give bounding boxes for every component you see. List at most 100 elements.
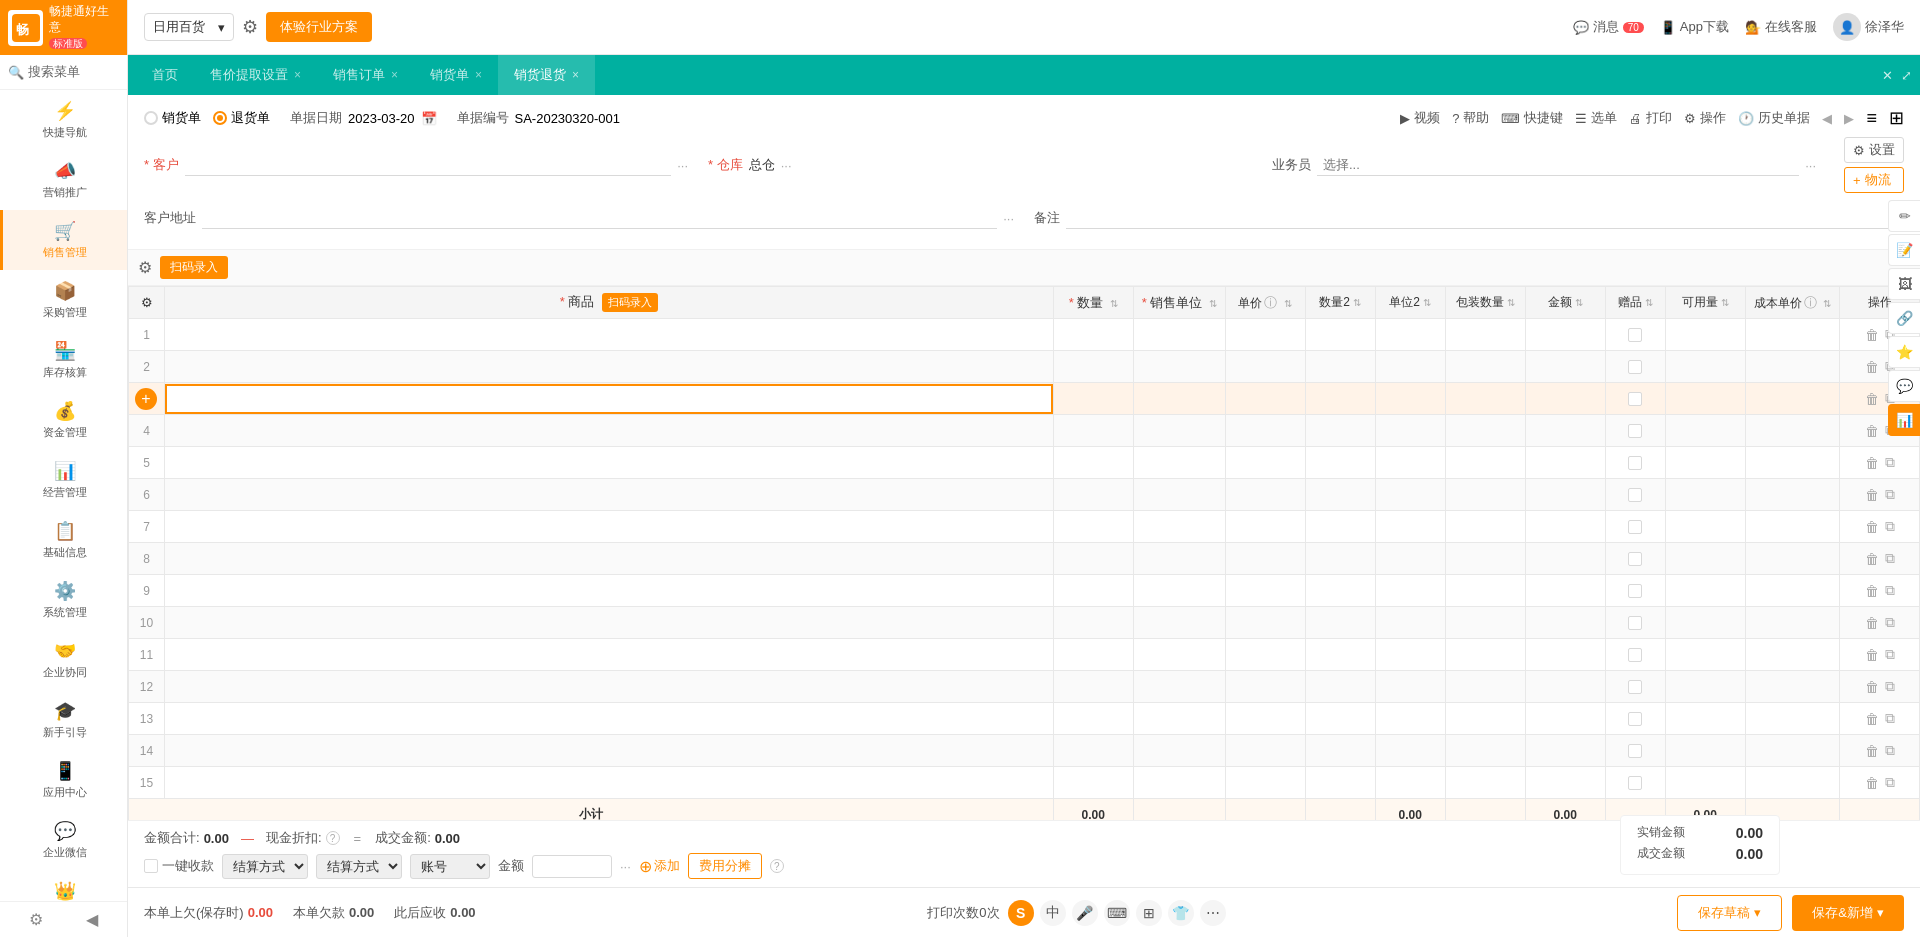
gift-checkbox[interactable]: [1628, 520, 1642, 534]
row-delete-btn[interactable]: 🗑: [1865, 615, 1879, 631]
data-cell[interactable]: [1225, 607, 1305, 639]
action-print[interactable]: 🖨 打印: [1629, 109, 1672, 127]
data-cell[interactable]: [1133, 543, 1225, 575]
product-cell[interactable]: [165, 543, 1054, 575]
right-icon-note[interactable]: 📝: [1888, 234, 1920, 266]
product-cell[interactable]: [165, 447, 1054, 479]
row-copy-btn[interactable]: ⧉: [1885, 678, 1895, 695]
sidebar-item-purchase-mgmt[interactable]: 📦 采购管理: [0, 270, 127, 330]
logistics-btn[interactable]: + 物流: [1844, 167, 1904, 193]
data-cell[interactable]: [1305, 543, 1375, 575]
data-cell[interactable]: [1305, 383, 1375, 415]
right-icon-link[interactable]: 🔗: [1888, 302, 1920, 334]
data-cell[interactable]: [1133, 703, 1225, 735]
app-download-btn[interactable]: 📱 App下载: [1660, 18, 1729, 36]
add-row-btn[interactable]: +: [135, 388, 157, 410]
data-cell[interactable]: [1665, 767, 1745, 799]
gift-checkbox[interactable]: [1628, 360, 1642, 374]
action-operate[interactable]: ⚙ 操作: [1684, 109, 1726, 127]
gift-checkbox[interactable]: [1628, 616, 1642, 630]
data-cell[interactable]: [1375, 479, 1445, 511]
data-cell[interactable]: [1133, 767, 1225, 799]
data-cell[interactable]: [1445, 383, 1525, 415]
data-cell[interactable]: [1133, 511, 1225, 543]
pack-sort-icon[interactable]: ⇅: [1507, 297, 1515, 308]
product-cell[interactable]: [165, 383, 1054, 415]
product-cell[interactable]: [165, 703, 1054, 735]
data-cell[interactable]: [1375, 351, 1445, 383]
data-cell[interactable]: [1133, 479, 1225, 511]
data-cell[interactable]: [1745, 479, 1839, 511]
gift-checkbox[interactable]: [1628, 552, 1642, 566]
tool-grid[interactable]: ⊞: [1136, 900, 1162, 926]
row-delete-btn[interactable]: 🗑: [1865, 391, 1879, 407]
view-list-icon[interactable]: ≡: [1866, 108, 1877, 129]
tool-zh[interactable]: 中: [1040, 900, 1066, 926]
data-cell[interactable]: [1665, 511, 1745, 543]
nav-prev-icon[interactable]: ◀: [1822, 111, 1832, 126]
data-cell[interactable]: [1745, 447, 1839, 479]
data-cell[interactable]: [1445, 351, 1525, 383]
data-cell[interactable]: [1445, 703, 1525, 735]
data-cell[interactable]: [1745, 415, 1839, 447]
amount-input[interactable]: [532, 855, 612, 878]
data-cell[interactable]: [1225, 671, 1305, 703]
data-cell[interactable]: [1053, 511, 1133, 543]
gift-checkbox[interactable]: [1628, 392, 1642, 406]
quantity-sort-icon[interactable]: ⇅: [1110, 298, 1118, 309]
data-cell[interactable]: [1745, 735, 1839, 767]
data-cell[interactable]: [1305, 703, 1375, 735]
data-cell[interactable]: [1053, 703, 1133, 735]
data-cell[interactable]: [1525, 639, 1605, 671]
data-cell[interactable]: [1305, 735, 1375, 767]
fee-split-btn[interactable]: 费用分摊: [688, 853, 762, 879]
data-cell[interactable]: [1225, 479, 1305, 511]
online-service-btn[interactable]: 💁 在线客服: [1745, 18, 1817, 36]
product-cell[interactable]: [165, 767, 1054, 799]
data-cell[interactable]: [1133, 383, 1225, 415]
data-cell[interactable]: [1665, 351, 1745, 383]
tab-sales-order[interactable]: 销售订单 ×: [317, 55, 414, 95]
dots-btn[interactable]: ···: [620, 859, 631, 874]
data-cell[interactable]: [1375, 639, 1445, 671]
data-cell[interactable]: [1053, 543, 1133, 575]
row-delete-btn[interactable]: 🗑: [1865, 551, 1879, 567]
data-cell[interactable]: [1375, 447, 1445, 479]
data-cell[interactable]: [1305, 575, 1375, 607]
data-cell[interactable]: [1665, 383, 1745, 415]
account-select[interactable]: 账号: [410, 854, 490, 879]
search-menu[interactable]: 🔍 搜索菜单: [0, 55, 127, 90]
data-cell[interactable]: [1745, 575, 1839, 607]
tab-home[interactable]: 首页: [136, 55, 194, 95]
customer-input[interactable]: [185, 154, 671, 176]
data-cell[interactable]: [1305, 671, 1375, 703]
data-cell[interactable]: [1375, 735, 1445, 767]
data-cell[interactable]: [1053, 735, 1133, 767]
data-cell[interactable]: [1375, 543, 1445, 575]
data-cell[interactable]: [1525, 511, 1605, 543]
tab-close-icon[interactable]: ×: [572, 68, 579, 82]
data-cell[interactable]: [1745, 607, 1839, 639]
save-draft-btn[interactable]: 保存草稿 ▾: [1677, 895, 1782, 931]
row-copy-btn[interactable]: ⧉: [1885, 646, 1895, 663]
cost-sort-icon[interactable]: ⇅: [1823, 298, 1831, 309]
gift-checkbox[interactable]: [1628, 712, 1642, 726]
data-cell[interactable]: [1133, 447, 1225, 479]
product-cell[interactable]: [165, 639, 1054, 671]
data-cell[interactable]: [1375, 607, 1445, 639]
data-cell[interactable]: [1053, 319, 1133, 351]
experience-btn[interactable]: 体验行业方案: [266, 12, 372, 42]
data-cell[interactable]: [1305, 639, 1375, 671]
data-cell[interactable]: [1445, 543, 1525, 575]
tab-close-icon[interactable]: ×: [294, 68, 301, 82]
action-select[interactable]: ☰ 选单: [1575, 109, 1617, 127]
row-delete-btn[interactable]: 🗑: [1865, 359, 1879, 375]
sidebar-item-newbie[interactable]: 🎓 新手引导: [0, 690, 127, 750]
sidebar-item-enterprise-wechat[interactable]: 💬 企业微信: [0, 810, 127, 870]
tab-sales-delivery[interactable]: 销货单 ×: [414, 55, 498, 95]
data-cell[interactable]: [1305, 767, 1375, 799]
row-copy-btn[interactable]: ⧉: [1885, 550, 1895, 567]
data-cell[interactable]: [1225, 703, 1305, 735]
data-cell[interactable]: [1305, 607, 1375, 639]
radio-return[interactable]: 退货单: [213, 109, 270, 127]
